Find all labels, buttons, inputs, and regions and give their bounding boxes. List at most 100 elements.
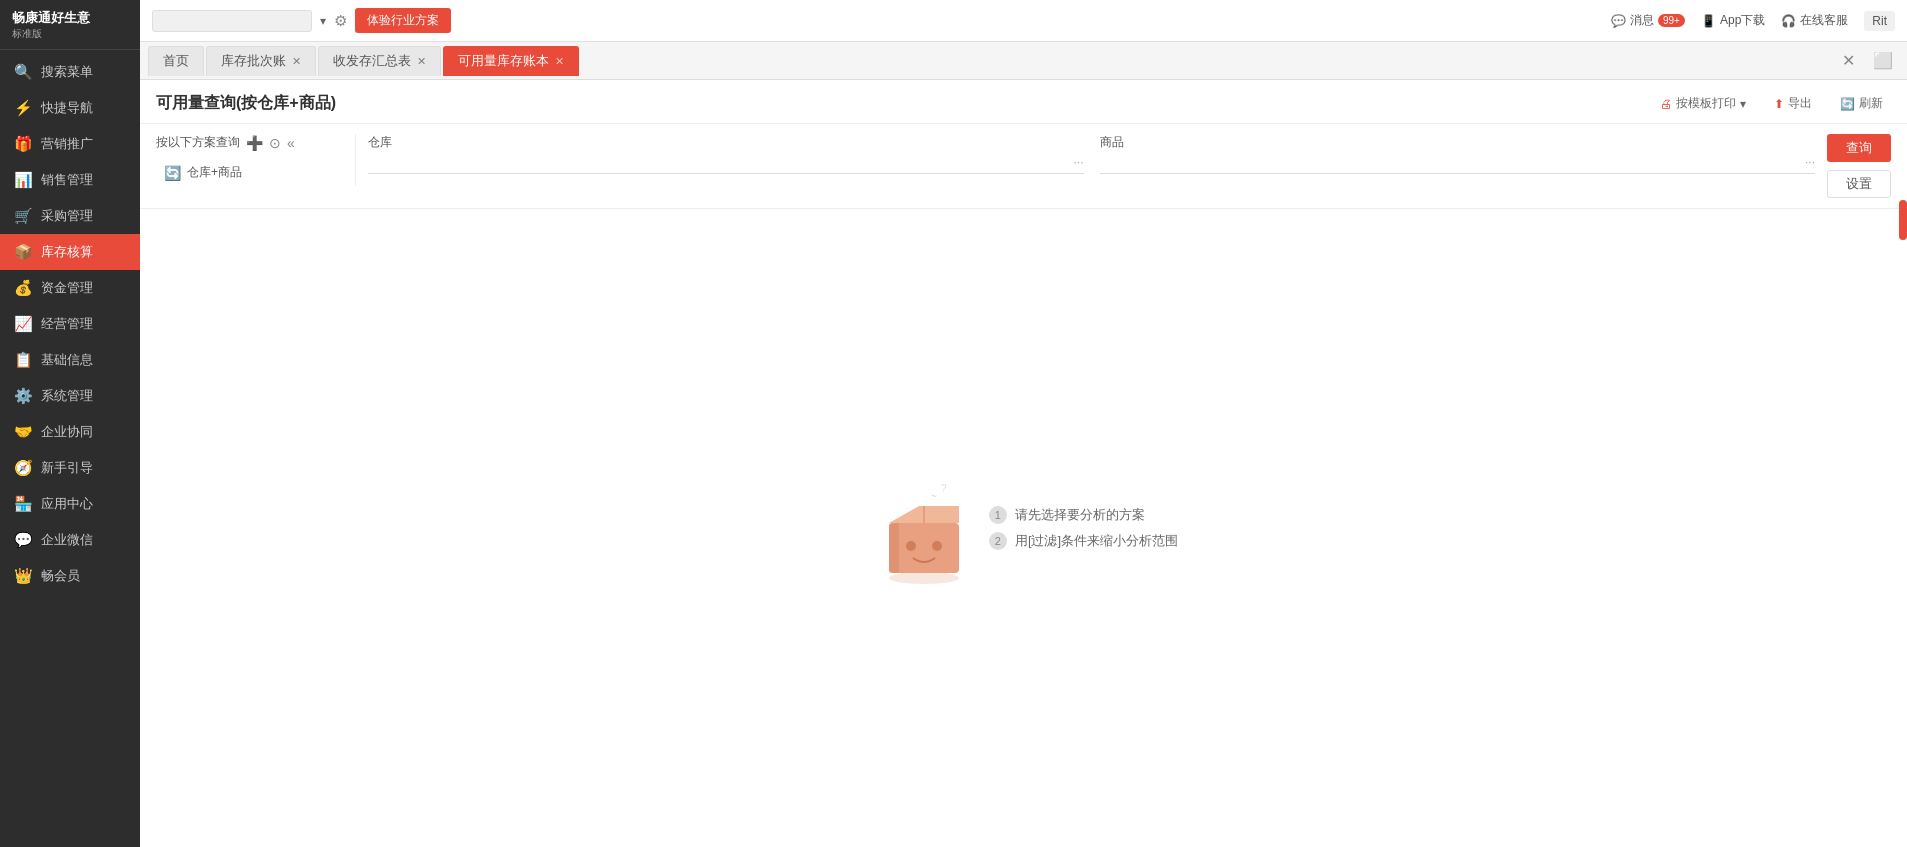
sidebar-item-corpwechat[interactable]: 💬 企业微信 (0, 522, 140, 558)
purchase-icon: 🛒 (14, 207, 33, 225)
sidebar-label-operations: 经营管理 (41, 315, 93, 333)
tab-close-collect-summary[interactable]: ✕ (417, 55, 426, 68)
print-icon: 🖨 (1660, 97, 1672, 111)
scheme-item-warehouse-goods[interactable]: 🔄 仓库+商品 (156, 159, 343, 186)
sidebar-menu: 🔍 搜索菜单 ⚡快捷导航🎁营销推广📊销售管理 🛒 采购管理 📦库存核算💰资金管理 📈 经营管理… (0, 50, 140, 847)
sidebar-label-basicinfo: 基础信息 (41, 351, 93, 369)
hint-num-2: 2 (989, 532, 1007, 550)
sidebar-item-marketing[interactable]: 🎁营销推广 (0, 126, 140, 162)
page-header: 可用量查询(按仓库+商品) 🖨 按模板打印 ▾ ⬆ 导出 🔄 刷新 (140, 80, 1907, 124)
topbar: ▾ ⚙ 体验行业方案 💬 消息 99+ 📱 App下载 🎧 在线客服 Rit (140, 0, 1907, 42)
sidebar-label-newuser: 新手引导 (41, 459, 93, 477)
query-button[interactable]: 查询 (1827, 134, 1891, 162)
sidebar-item-basicinfo[interactable]: 📋基础信息 (0, 342, 140, 378)
scrollbar-thumb[interactable] (1899, 200, 1907, 240)
collapse-scheme-icon[interactable]: « (287, 135, 295, 151)
topbar-search-input[interactable] (152, 10, 312, 32)
sidebar-label-corpwechat: 企业微信 (41, 531, 93, 549)
warehouse-more-icon[interactable]: ··· (1073, 155, 1083, 169)
sidebar-label-system: 系统管理 (41, 387, 93, 405)
sidebar-label-appcenter: 应用中心 (41, 495, 93, 513)
sidebar-item-purchase[interactable]: 🛒 采购管理 (0, 198, 140, 234)
filter-fields: 仓库 ··· 商品 ··· (368, 134, 1815, 174)
settings-button[interactable]: 设置 (1827, 170, 1891, 198)
sidebar-item-search[interactable]: 🔍 搜索菜单 (0, 54, 140, 90)
filter-scheme-label: 按以下方案查询 (156, 134, 240, 151)
refresh-label: 刷新 (1859, 95, 1883, 112)
marketing-icon: 🎁 (14, 135, 33, 153)
app-label: App下载 (1720, 12, 1765, 29)
settings-scheme-icon[interactable]: ⊙ (269, 135, 281, 151)
service-label: 在线客服 (1800, 12, 1848, 29)
tab-available-ledger[interactable]: 可用量库存账本 ✕ (443, 46, 579, 76)
sidebar-item-member[interactable]: 👑畅会员 (0, 558, 140, 594)
hint-text-1: 请先选择要分析的方案 (1015, 506, 1145, 524)
empty-state: ~ ? 1 请先选择要分析的方案 2 用[过滤]条件来缩小分析范围 (140, 209, 1907, 847)
topbar-online-service[interactable]: 🎧 在线客服 (1781, 12, 1848, 29)
filter-area: 按以下方案查询 ➕ ⊙ « 🔄 仓库+商品 仓库 ··· (140, 124, 1907, 209)
add-scheme-icon[interactable]: ➕ (246, 135, 263, 151)
filter-scheme-panel: 按以下方案查询 ➕ ⊙ « 🔄 仓库+商品 (156, 134, 356, 186)
empty-hint-1: 1 请先选择要分析的方案 (989, 506, 1178, 524)
svg-point-4 (906, 541, 916, 551)
goods-input-container: ··· (1100, 155, 1816, 174)
topbar-settings-icon[interactable]: ⚙ (334, 12, 347, 30)
page-content: 可用量查询(按仓库+商品) 🖨 按模板打印 ▾ ⬆ 导出 🔄 刷新 (140, 80, 1907, 847)
tab-label-available-ledger: 可用量库存账本 (458, 52, 549, 70)
topbar-app-download[interactable]: 📱 App下载 (1701, 12, 1765, 29)
goods-more-icon[interactable]: ··· (1805, 155, 1815, 169)
tab-batch-ledger[interactable]: 库存批次账✕ (206, 46, 316, 76)
page-title: 可用量查询(按仓库+商品) (156, 93, 336, 114)
export-label: 导出 (1788, 95, 1812, 112)
goods-label: 商品 (1100, 134, 1816, 151)
filter-field-warehouse: 仓库 ··· (368, 134, 1084, 174)
tab-close-batch-ledger[interactable]: ✕ (292, 55, 301, 68)
tab-home[interactable]: 首页 (148, 46, 204, 76)
sidebar-label-finance: 资金管理 (41, 279, 93, 297)
scheme-item-icon: 🔄 (164, 165, 181, 181)
scheme-item-label: 仓库+商品 (187, 164, 242, 181)
window-close-icon[interactable]: ✕ (1836, 49, 1861, 72)
topbar-user[interactable]: Rit (1864, 11, 1895, 31)
sidebar-item-system[interactable]: ⚙️系统管理 (0, 378, 140, 414)
window-maximize-icon[interactable]: ⬜ (1867, 49, 1899, 72)
sidebar-item-sales[interactable]: 📊销售管理 (0, 162, 140, 198)
sidebar-label-purchase: 采购管理 (41, 207, 93, 225)
tab-collect-summary[interactable]: 收发存汇总表✕ (318, 46, 441, 76)
operations-icon: 📈 (14, 315, 33, 333)
topbar-dropdown-icon[interactable]: ▾ (320, 14, 326, 28)
message-badge: 99+ (1658, 14, 1685, 27)
empty-hints: 1 请先选择要分析的方案 2 用[过滤]条件来缩小分析范围 (989, 506, 1178, 550)
sidebar-item-cooperation[interactable]: 🤝 企业协同 (0, 414, 140, 450)
export-icon: ⬆ (1774, 97, 1784, 111)
member-icon: 👑 (14, 567, 33, 585)
sidebar-item-finance[interactable]: 💰资金管理 (0, 270, 140, 306)
warehouse-input-container: ··· (368, 155, 1084, 174)
shortcut-icon: ⚡ (14, 99, 33, 117)
app-icon: 📱 (1701, 14, 1716, 28)
tab-close-available-ledger[interactable]: ✕ (555, 55, 564, 68)
sidebar-item-shortcut[interactable]: ⚡快捷导航 (0, 90, 140, 126)
sidebar: 畅康通好生意 标准版 🔍搜索菜单⚡快捷导航🎁营销推广📊销售管理🛒采购管理📦库存核… (0, 0, 140, 847)
sidebar-label-search: 搜索菜单 (41, 63, 93, 81)
filter-actions: 查询 设置 (1827, 134, 1891, 198)
refresh-button[interactable]: 🔄 刷新 (1832, 92, 1891, 115)
sidebar-item-appcenter[interactable]: 🏪应用中心 (0, 486, 140, 522)
empty-illustration: ~ ? (869, 478, 969, 578)
trial-industry-button[interactable]: 体验行业方案 (355, 8, 451, 33)
sidebar-item-inventory[interactable]: 📦库存核算 (0, 234, 140, 270)
refresh-icon: 🔄 (1840, 97, 1855, 111)
sidebar-item-operations[interactable]: 📈 经营管理 (0, 306, 140, 342)
inventory-icon: 📦 (14, 243, 33, 261)
cooperation-icon: 🤝 (14, 423, 33, 441)
print-dropdown-icon[interactable]: ▾ (1740, 97, 1746, 111)
sidebar-label-cooperation: 企业协同 (41, 423, 93, 441)
page-header-actions: 🖨 按模板打印 ▾ ⬆ 导出 🔄 刷新 (1652, 92, 1891, 115)
topbar-message[interactable]: 💬 消息 99+ (1611, 12, 1685, 29)
corpwechat-icon: 💬 (14, 531, 33, 549)
search-icon: 🔍 (14, 63, 33, 81)
filter-scheme-header: 按以下方案查询 ➕ ⊙ « (156, 134, 343, 151)
print-template-button[interactable]: 🖨 按模板打印 ▾ (1652, 92, 1754, 115)
export-button[interactable]: ⬆ 导出 (1766, 92, 1820, 115)
sidebar-item-newuser[interactable]: 🧭新手引导 (0, 450, 140, 486)
